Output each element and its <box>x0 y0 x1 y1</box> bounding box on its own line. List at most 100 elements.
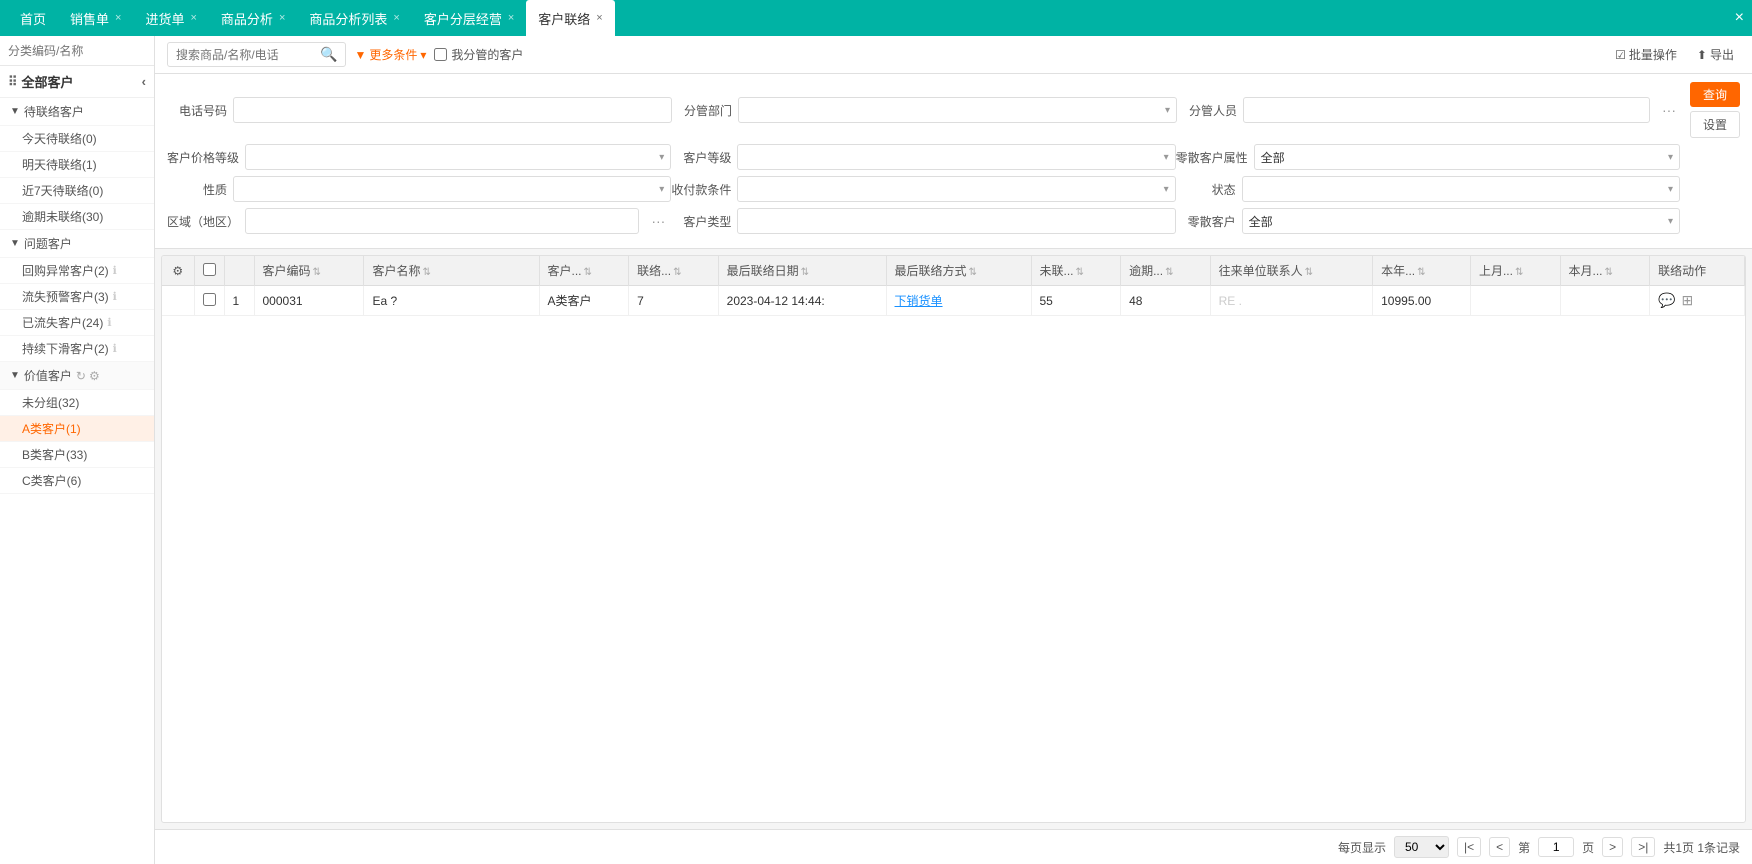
filter-ctype-input[interactable] <box>737 208 1175 234</box>
nav-tab-purchase[interactable]: 进货单 × <box>133 0 208 36</box>
filter-retail-select[interactable]: 全部 ▾ <box>1254 144 1680 170</box>
filter-customer-type: 客户类型 <box>671 208 1175 234</box>
batch-ops-button[interactable]: ☑ 批量操作 <box>1609 43 1683 66</box>
table-settings-header[interactable]: ⚙ <box>162 256 194 286</box>
chat-icon[interactable]: 💬 <box>1658 292 1675 309</box>
table-col-contact[interactable]: 联络...⇅ <box>629 256 719 286</box>
nav-tab-segmentation[interactable]: 客户分层经营 × <box>412 0 526 36</box>
table-col-thismonth[interactable]: 本月...⇅ <box>1560 256 1650 286</box>
chevron-icon-rcustomer: ▾ <box>1668 216 1673 227</box>
filter-region-input[interactable] <box>245 208 639 234</box>
all-customers-header[interactable]: ⠿ 全部客户 ‹ <box>0 66 154 98</box>
page-input[interactable] <box>1538 837 1574 857</box>
sidebar-item-declining[interactable]: 持续下滑客户(2) ℹ <box>0 336 154 362</box>
filter-price-select[interactable]: ▾ <box>245 144 671 170</box>
row-action: 💬 ⊞ <box>1650 286 1745 316</box>
table-col-overdue[interactable]: 逾期...⇅ <box>1121 256 1211 286</box>
close-tab-analysis[interactable]: × <box>279 12 285 24</box>
settings-button[interactable]: 设置 <box>1690 111 1740 138</box>
table-checkbox-header[interactable] <box>194 256 224 286</box>
filter-clevel-select[interactable]: ▾ <box>737 144 1175 170</box>
row-name: Ea ? <box>364 286 539 316</box>
sidebar-item-ungrouped[interactable]: 未分组(32) <box>0 390 154 416</box>
my-customers-check[interactable] <box>434 48 447 61</box>
filter-nature-select[interactable]: ▾ <box>233 176 671 202</box>
sidebar: 🔍 ⠿ 全部客户 ‹ ▼ 待联络客户 今天待联络(0) 明天待联络(1) 近7天… <box>0 36 155 864</box>
filter-payment-select[interactable]: ▾ <box>737 176 1175 202</box>
more-filters-button[interactable]: ▼ 更多条件 ▾ <box>354 46 426 63</box>
refresh-icon[interactable]: ↻ <box>76 369 86 383</box>
filter-rcustomer-select[interactable]: 全部 ▾ <box>1242 208 1680 234</box>
table-col-name[interactable]: 客户名称⇅ <box>364 256 539 286</box>
value-customers-group[interactable]: ▼ 价值客户 ↻ ⚙ <box>0 362 154 390</box>
per-page-select[interactable]: 50 100 200 <box>1394 836 1449 858</box>
main-layout: 🔍 ⠿ 全部客户 ‹ ▼ 待联络客户 今天待联络(0) 明天待联络(1) 近7天… <box>0 36 1752 864</box>
filter-phone-label: 电话号码 <box>167 102 227 119</box>
filter-phone-input[interactable] <box>233 97 672 123</box>
close-tab-contact[interactable]: × <box>596 12 602 24</box>
export-button[interactable]: ⬆ 导出 <box>1691 43 1740 66</box>
sidebar-search-input[interactable] <box>8 44 155 58</box>
table-col-lastmonth[interactable]: 上月...⇅ <box>1470 256 1560 286</box>
problem-customers-group[interactable]: ▼ 问题客户 <box>0 230 154 258</box>
nav-tab-salesorder[interactable]: 销售单 × <box>58 0 133 36</box>
sidebar-item-type-c[interactable]: C类客户(6) <box>0 468 154 494</box>
qr-icon[interactable]: ⊞ <box>1682 292 1694 309</box>
prev-page-button[interactable]: < <box>1489 837 1510 857</box>
sidebar-item-type-b[interactable]: B类客户(33) <box>0 442 154 468</box>
last-page-button[interactable]: >| <box>1631 837 1655 857</box>
select-all-checkbox[interactable] <box>203 263 216 276</box>
nav-tab-analysis[interactable]: 商品分析 × <box>209 0 297 36</box>
pending-contact-group[interactable]: ▼ 待联络客户 <box>0 98 154 126</box>
sidebar-item-churned[interactable]: 已流失客户(24) ℹ <box>0 310 154 336</box>
toolbar-search-container: 🔍 <box>167 42 346 67</box>
nav-home[interactable]: 首页 <box>8 9 58 28</box>
my-customers-checkbox[interactable]: 我分管的客户 <box>434 46 523 63</box>
sidebar-search-container: 🔍 <box>0 36 154 66</box>
row-lastdate: 2023-04-12 14:44: <box>718 286 886 316</box>
sidebar-item-today[interactable]: 今天待联络(0) <box>0 126 154 152</box>
filter-status-select[interactable]: ▾ <box>1242 176 1680 202</box>
sidebar-item-type-a[interactable]: A类客户(1) <box>0 416 154 442</box>
row-lastmethod[interactable]: 下销货单 <box>886 286 1031 316</box>
toolbar-search-input[interactable] <box>176 48 316 62</box>
row-checkbox[interactable] <box>194 286 224 316</box>
sidebar-item-7days[interactable]: 近7天待联络(0) <box>0 178 154 204</box>
nav-tab-contact[interactable]: 客户联络 × <box>526 0 614 36</box>
filter-person-dots[interactable]: ··· <box>1656 102 1682 118</box>
close-tab-analysislist[interactable]: × <box>393 12 399 24</box>
table-col-person[interactable]: 往来单位联系人⇅ <box>1210 256 1373 286</box>
table-col-level[interactable]: 客户...⇅ <box>539 256 629 286</box>
table-col-code[interactable]: 客户编码⇅ <box>254 256 364 286</box>
next-page-button[interactable]: > <box>1602 837 1623 857</box>
page-suffix: 页 <box>1582 839 1594 856</box>
filter-region-dots[interactable]: ··· <box>645 213 671 229</box>
sidebar-item-overdue[interactable]: 逾期未联络(30) <box>0 204 154 230</box>
sidebar-item-repurchase-anomaly[interactable]: 回购异常客户(2) ℹ <box>0 258 154 284</box>
table-col-thisyear[interactable]: 本年...⇅ <box>1373 256 1471 286</box>
table-col-lastmethod[interactable]: 最后联络方式⇅ <box>886 256 1031 286</box>
query-button[interactable]: 查询 <box>1690 82 1740 107</box>
pagination: 每页显示 50 100 200 |< < 第 页 > >| 共1页 1条记录 <box>155 829 1752 864</box>
close-tab-purchase[interactable]: × <box>190 12 196 24</box>
close-tab-segmentation[interactable]: × <box>508 12 514 24</box>
table-col-uncontacted[interactable]: 未联...⇅ <box>1031 256 1121 286</box>
nav-tab-analysislist[interactable]: 商品分析列表 × <box>297 0 411 36</box>
last-method-link[interactable]: 下销货单 <box>895 294 943 308</box>
sidebar-item-churn-warning[interactable]: 流失预警客户(3) ℹ <box>0 284 154 310</box>
row-select-checkbox[interactable] <box>203 293 216 306</box>
first-page-button[interactable]: |< <box>1457 837 1481 857</box>
triangle-icon-value: ▼ <box>10 370 20 381</box>
filter-chevron: ▾ <box>420 48 426 62</box>
row-contact: 7 <box>629 286 719 316</box>
sidebar-item-tomorrow[interactable]: 明天待联络(1) <box>0 152 154 178</box>
row-code: 000031 <box>254 286 364 316</box>
filter-person-input[interactable] <box>1243 97 1650 123</box>
collapse-icon: ‹ <box>142 74 146 89</box>
settings-icon-value[interactable]: ⚙ <box>89 369 100 383</box>
close-tab-salesorder[interactable]: × <box>115 12 121 24</box>
table-col-lastdate[interactable]: 最后联络日期⇅ <box>718 256 886 286</box>
filter-dept-select[interactable]: ▾ <box>738 97 1177 123</box>
close-all-button[interactable]: × <box>1735 9 1744 27</box>
sort-icon-thismonth: ⇅ <box>1605 267 1613 278</box>
